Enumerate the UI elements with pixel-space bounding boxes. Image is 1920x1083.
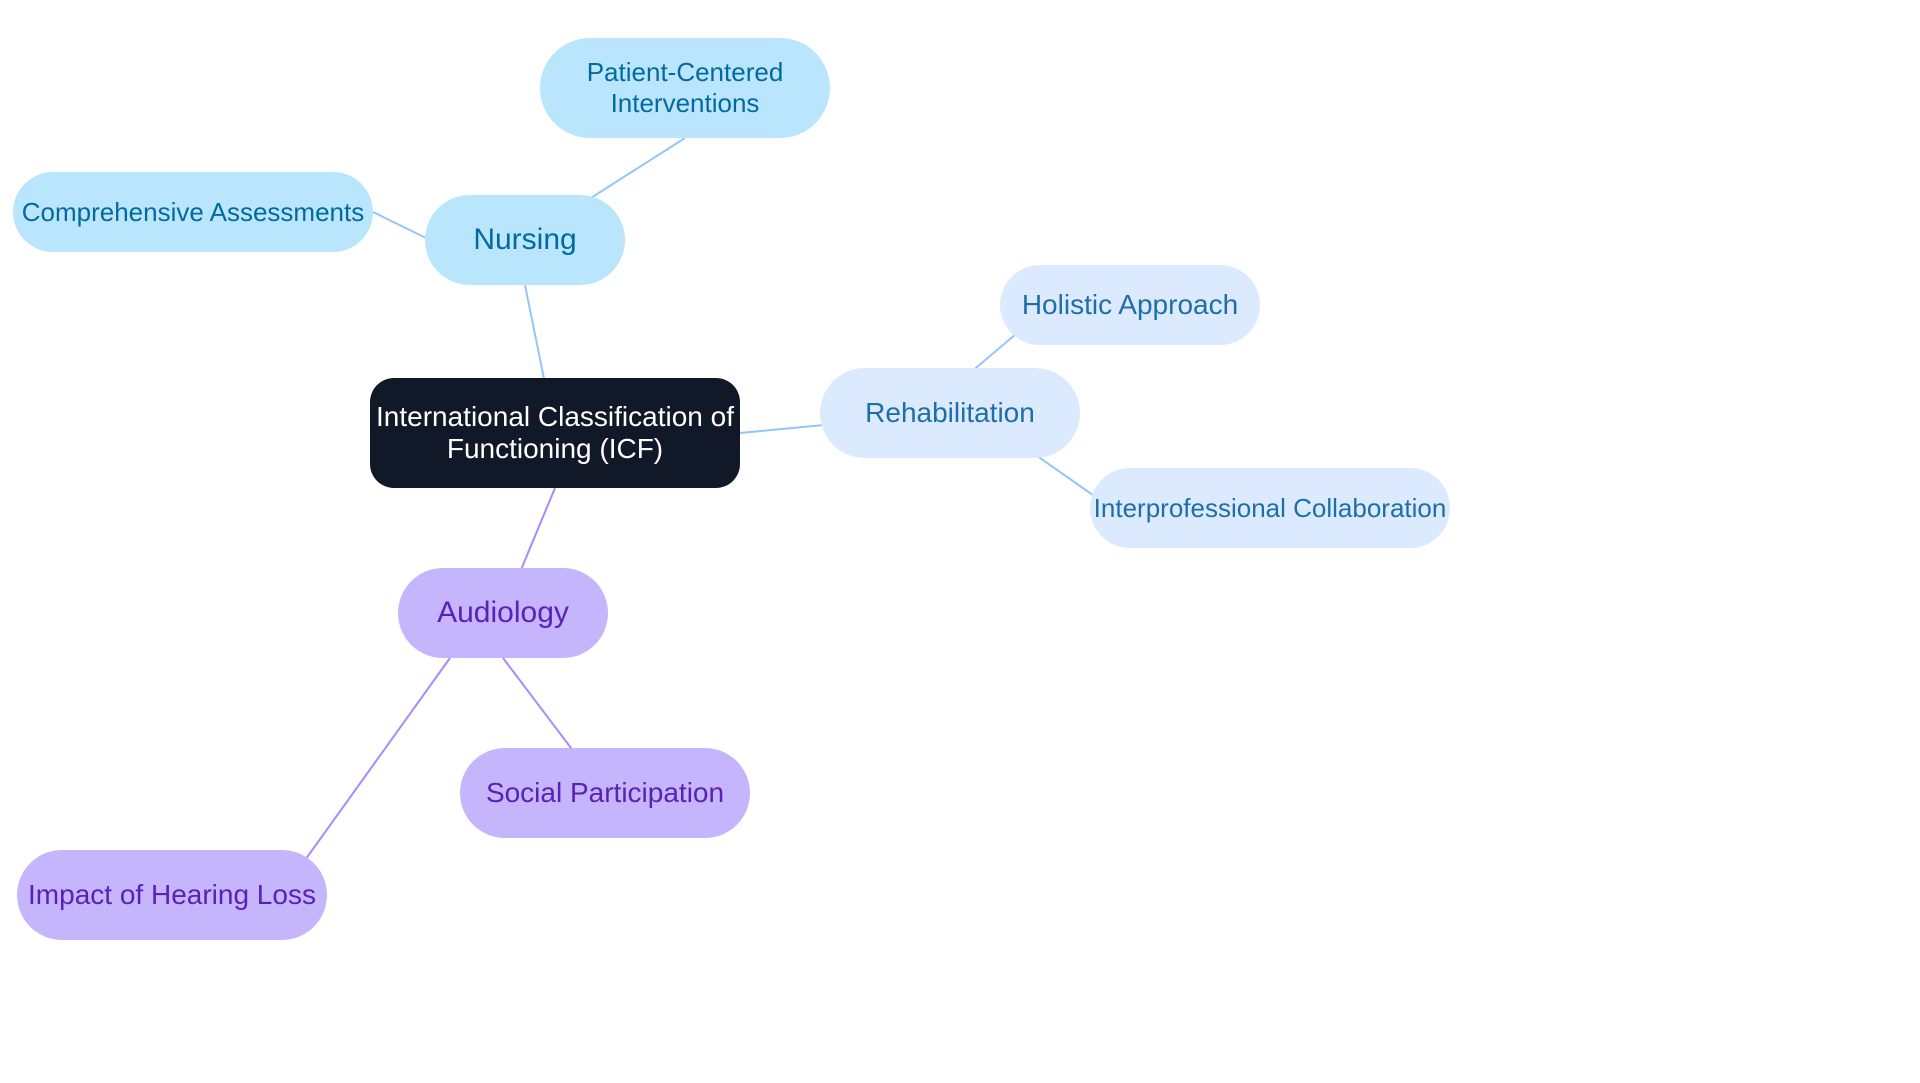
center-node: International Classification of Function… — [370, 378, 740, 488]
nursing-node: Nursing — [425, 195, 625, 285]
nursing-node-label: Nursing — [473, 223, 576, 257]
social-node-label: Social Participation — [486, 777, 724, 809]
audiology-node-label: Audiology — [437, 596, 569, 630]
comprehensive-node-label: Comprehensive Assessments — [22, 197, 364, 228]
center-node-label: International Classification of Function… — [376, 401, 734, 465]
holistic-node-label: Holistic Approach — [1022, 289, 1238, 321]
impact-node: Impact of Hearing Loss — [17, 850, 327, 940]
impact-node-label: Impact of Hearing Loss — [28, 879, 316, 911]
holistic-node: Holistic Approach — [1000, 265, 1260, 345]
comprehensive-node: Comprehensive Assessments — [13, 172, 373, 252]
patient-node-label: Patient-Centered Interventions — [587, 57, 784, 119]
patient-node: Patient-Centered Interventions — [540, 38, 830, 138]
social-node: Social Participation — [460, 748, 750, 838]
rehabilitation-node-label: Rehabilitation — [865, 397, 1035, 429]
interprofessional-node-label: Interprofessional Collaboration — [1094, 493, 1447, 524]
audiology-node: Audiology — [398, 568, 608, 658]
interprofessional-node: Interprofessional Collaboration — [1090, 468, 1450, 548]
rehabilitation-node: Rehabilitation — [820, 368, 1080, 458]
